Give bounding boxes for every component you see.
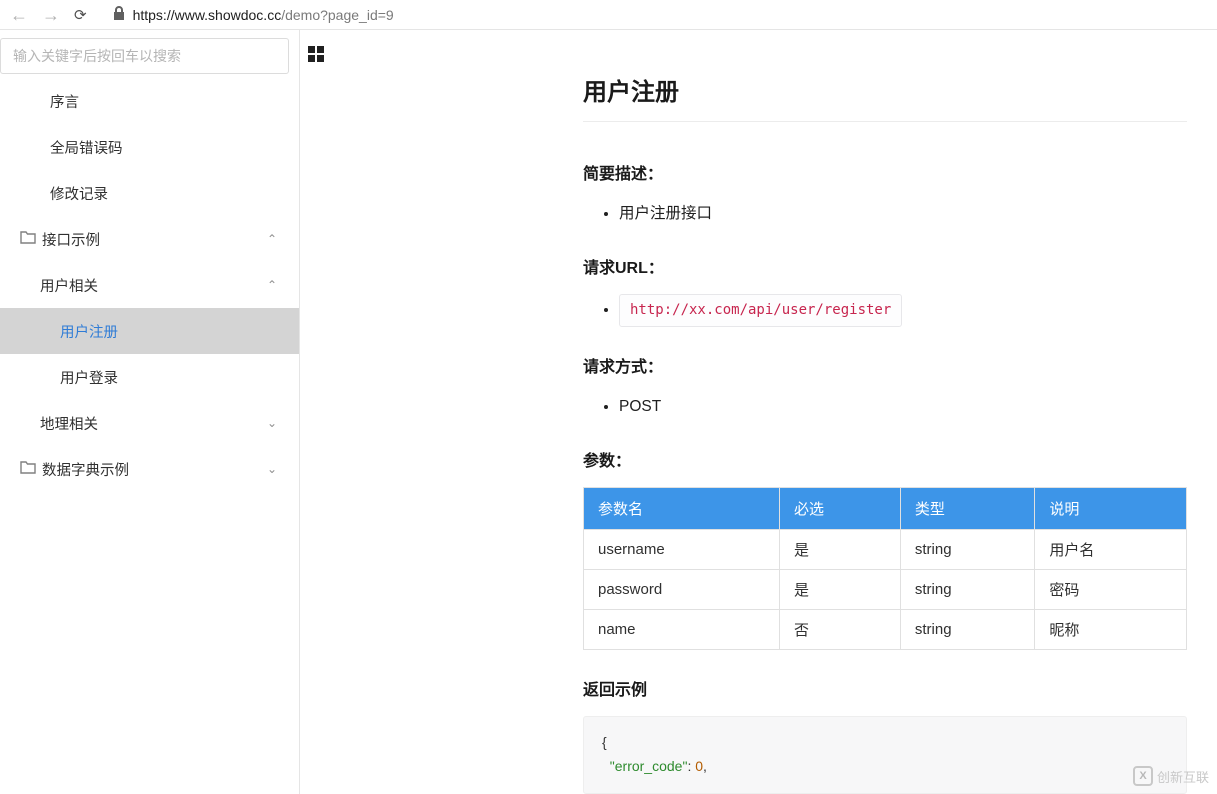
th-desc: 说明	[1035, 487, 1187, 529]
forward-button[interactable]: →	[42, 6, 60, 24]
sidebar-leaf-register[interactable]: 用户注册	[0, 308, 299, 354]
back-button[interactable]: ←	[10, 6, 28, 24]
sidebar-folder-api-examples[interactable]: 接口示例 ⌃	[0, 216, 299, 262]
section-url: 请求URL：	[583, 254, 1187, 278]
method-value: POST	[619, 393, 1187, 421]
folder-icon	[20, 460, 36, 478]
sidebar-sub-geo[interactable]: 地理相关 ⌄	[0, 400, 299, 446]
table-row: password 是 string 密码	[584, 569, 1187, 609]
chevron-down-icon: ⌄	[267, 462, 277, 476]
section-brief: 简要描述：	[583, 160, 1187, 184]
lock-icon	[113, 6, 125, 23]
params-table: 参数名 必选 类型 说明 username 是 string 用户名 passw…	[583, 487, 1187, 650]
request-url: http://xx.com/api/user/register	[619, 294, 902, 327]
response-codeblock: { "error_code": 0,	[583, 716, 1187, 794]
table-row: name 否 string 昵称	[584, 609, 1187, 649]
table-header-row: 参数名 必选 类型 说明	[584, 487, 1187, 529]
section-params: 参数：	[583, 447, 1187, 471]
reload-button[interactable]: ⟳	[74, 6, 87, 24]
chevron-up-icon: ⌃	[267, 278, 277, 292]
th-name: 参数名	[584, 487, 780, 529]
section-method: 请求方式：	[583, 353, 1187, 377]
folder-icon	[20, 230, 36, 248]
url-text: https://www.showdoc.cc/demo?page_id=9	[133, 7, 394, 23]
grid-menu-icon[interactable]	[308, 46, 324, 62]
sidebar-folder-datadict[interactable]: 数据字典示例 ⌄	[0, 446, 299, 492]
browser-toolbar: ← → ⟳ https://www.showdoc.cc/demo?page_i…	[0, 0, 1217, 30]
section-return: 返回示例	[583, 676, 1187, 700]
th-required: 必选	[780, 487, 901, 529]
watermark-logo-icon: X	[1133, 766, 1153, 786]
brief-text: 用户注册接口	[619, 200, 1187, 228]
sidebar-item-preface[interactable]: 序言	[0, 78, 299, 124]
sidebar-sub-user[interactable]: 用户相关 ⌃	[0, 262, 299, 308]
address-bar[interactable]: https://www.showdoc.cc/demo?page_id=9	[101, 6, 1207, 23]
chevron-down-icon: ⌄	[267, 416, 277, 430]
sidebar: 序言 全局错误码 修改记录 接口示例 ⌃ 用户相关 ⌃ 用户注册 用户登录 地理…	[0, 30, 300, 794]
th-type: 类型	[900, 487, 1035, 529]
chevron-up-icon: ⌃	[267, 232, 277, 246]
sidebar-item-errorcodes[interactable]: 全局错误码	[0, 124, 299, 170]
sidebar-item-changelog[interactable]: 修改记录	[0, 170, 299, 216]
request-url-item: http://xx.com/api/user/register	[619, 294, 1187, 327]
watermark: X 创新互联	[1133, 766, 1209, 786]
page-title: 用户注册	[583, 72, 1187, 122]
main-content: 用户注册 简要描述： 用户注册接口 请求URL： http://xx.com/a…	[300, 30, 1217, 794]
table-row: username 是 string 用户名	[584, 529, 1187, 569]
sidebar-leaf-login[interactable]: 用户登录	[0, 354, 299, 400]
search-input[interactable]	[0, 38, 289, 74]
